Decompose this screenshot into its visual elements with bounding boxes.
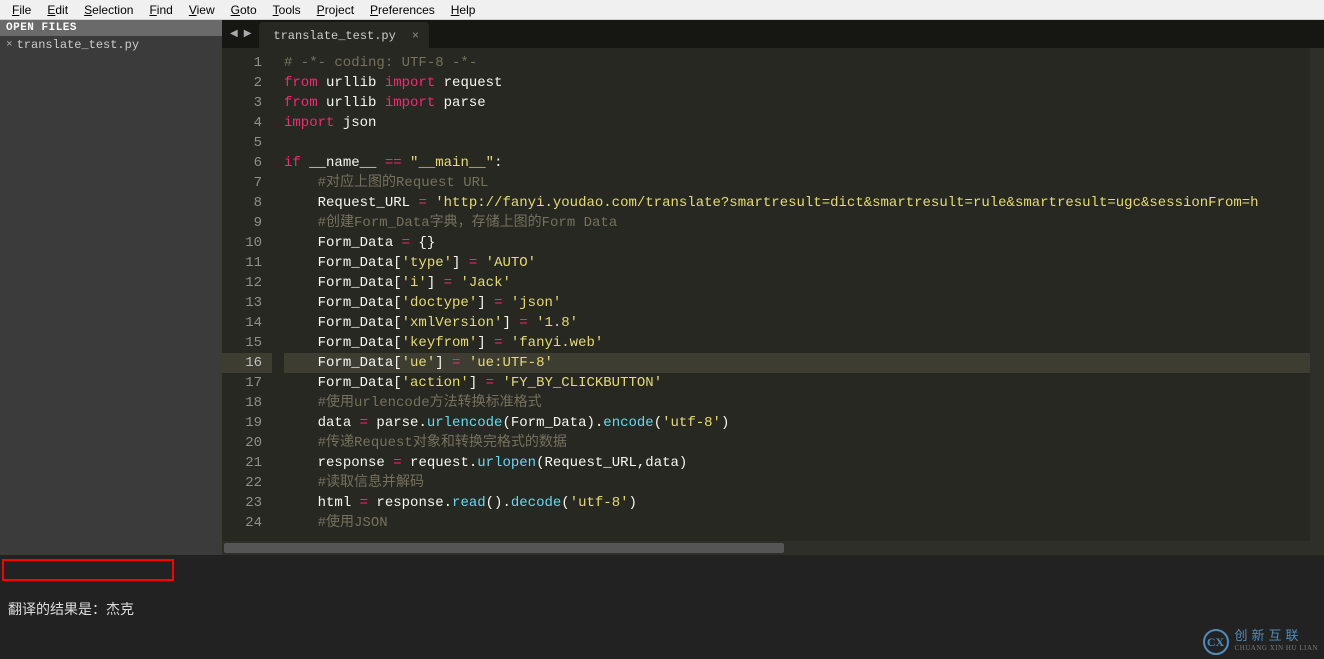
menu-bar: FileEditSelectionFindViewGotoToolsProjec… <box>0 0 1324 20</box>
line-number: 1 <box>222 53 262 73</box>
line-number: 13 <box>222 293 262 313</box>
build-console: 翻译的结果是：杰克 [Finished in 0.4s] <box>0 555 1324 659</box>
code-line[interactable]: Form_Data['doctype'] = 'json' <box>284 293 1324 313</box>
line-number: 24 <box>222 513 262 533</box>
watermark-logo-icon: CX <box>1203 629 1229 655</box>
line-number: 10 <box>222 233 262 253</box>
line-number-gutter: 123456789101112131415161718192021222324 <box>222 48 272 541</box>
tab-nav-arrows[interactable]: ◀ ▶ <box>222 20 259 48</box>
tab-bar: ◀ ▶ translate_test.py × <box>222 20 1324 48</box>
menu-goto[interactable]: Goto <box>223 1 265 19</box>
close-file-icon[interactable]: × <box>6 39 13 51</box>
code-content[interactable]: # -*- coding: UTF-8 -*-from urllib impor… <box>272 48 1324 541</box>
code-area[interactable]: 123456789101112131415161718192021222324 … <box>222 48 1324 541</box>
line-number: 9 <box>222 213 262 233</box>
menu-file[interactable]: File <box>4 1 39 19</box>
code-line[interactable]: Form_Data = {} <box>284 233 1324 253</box>
menu-find[interactable]: Find <box>141 1 180 19</box>
line-number: 19 <box>222 413 262 433</box>
line-number: 11 <box>222 253 262 273</box>
menu-view[interactable]: View <box>181 1 223 19</box>
line-number: 15 <box>222 333 262 353</box>
code-line[interactable]: Form_Data['action'] = 'FY_BY_CLICKBUTTON… <box>284 373 1324 393</box>
code-line[interactable]: #对应上图的Request URL <box>284 173 1324 193</box>
sidebar: OPEN FILES × translate_test.py <box>0 20 222 555</box>
line-number: 18 <box>222 393 262 413</box>
menu-help[interactable]: Help <box>443 1 484 19</box>
menu-project[interactable]: Project <box>309 1 362 19</box>
nav-back-icon[interactable]: ◀ <box>230 28 238 40</box>
watermark-text-en: CHUANG XIN HU LIAN <box>1235 642 1318 654</box>
watermark: CX 创新互联 CHUANG XIN HU LIAN <box>1203 629 1318 655</box>
code-line[interactable]: Form_Data['xmlVersion'] = '1.8' <box>284 313 1324 333</box>
open-files-header: OPEN FILES <box>0 20 222 36</box>
line-number: 4 <box>222 113 262 133</box>
watermark-text-cn: 创新互联 <box>1235 630 1318 642</box>
tab-title: translate_test.py <box>273 29 395 43</box>
menu-edit[interactable]: Edit <box>39 1 76 19</box>
code-line[interactable]: data = parse.urlencode(Form_Data).encode… <box>284 413 1324 433</box>
code-line[interactable]: response = request.urlopen(Request_URL,d… <box>284 453 1324 473</box>
line-number: 20 <box>222 433 262 453</box>
code-line[interactable]: # -*- coding: UTF-8 -*- <box>284 53 1324 73</box>
code-line[interactable]: Form_Data['type'] = 'AUTO' <box>284 253 1324 273</box>
line-number: 2 <box>222 73 262 93</box>
line-number: 6 <box>222 153 262 173</box>
tab-translate-test[interactable]: translate_test.py × <box>259 22 429 48</box>
open-file-item[interactable]: × translate_test.py <box>0 36 222 54</box>
minimap-scrollbar[interactable] <box>1310 48 1324 541</box>
code-line[interactable]: #使用urlencode方法转换标准格式 <box>284 393 1324 413</box>
menu-preferences[interactable]: Preferences <box>362 1 443 19</box>
editor: ◀ ▶ translate_test.py × 1234567891011121… <box>222 20 1324 555</box>
line-number: 7 <box>222 173 262 193</box>
code-line[interactable]: html = response.read().decode('utf-8') <box>284 493 1324 513</box>
code-line[interactable]: Form_Data['ue'] = 'ue:UTF-8' <box>284 353 1324 373</box>
line-number: 21 <box>222 453 262 473</box>
code-line[interactable]: #传递Request对象和转换完格式的数据 <box>284 433 1324 453</box>
line-number: 23 <box>222 493 262 513</box>
line-number: 12 <box>222 273 262 293</box>
code-line[interactable] <box>284 133 1324 153</box>
line-number: 14 <box>222 313 262 333</box>
line-number: 22 <box>222 473 262 493</box>
code-line[interactable]: from urllib import request <box>284 73 1324 93</box>
code-line[interactable]: import json <box>284 113 1324 133</box>
line-number: 3 <box>222 93 262 113</box>
nav-forward-icon[interactable]: ▶ <box>244 28 252 40</box>
horizontal-scrollbar[interactable] <box>222 541 1324 555</box>
code-line[interactable]: Form_Data['i'] = 'Jack' <box>284 273 1324 293</box>
code-line[interactable]: if __name__ == "__main__": <box>284 153 1324 173</box>
code-line[interactable]: Form_Data['keyfrom'] = 'fanyi.web' <box>284 333 1324 353</box>
code-line[interactable]: from urllib import parse <box>284 93 1324 113</box>
code-line[interactable]: Request_URL = 'http://fanyi.youdao.com/t… <box>284 193 1324 213</box>
code-line[interactable]: #读取信息并解码 <box>284 473 1324 493</box>
line-number: 16 <box>222 353 272 373</box>
close-icon[interactable]: × <box>412 29 419 43</box>
code-line[interactable]: #使用JSON <box>284 513 1324 533</box>
line-number: 17 <box>222 373 262 393</box>
menu-tools[interactable]: Tools <box>265 1 309 19</box>
line-number: 8 <box>222 193 262 213</box>
menu-selection[interactable]: Selection <box>76 1 141 19</box>
console-output-line: 翻译的结果是：杰克 <box>8 601 1316 621</box>
line-number: 5 <box>222 133 262 153</box>
scrollbar-thumb[interactable] <box>224 543 784 553</box>
code-line[interactable]: #创建Form_Data字典，存储上图的Form Data <box>284 213 1324 233</box>
open-file-name: translate_test.py <box>17 38 139 52</box>
